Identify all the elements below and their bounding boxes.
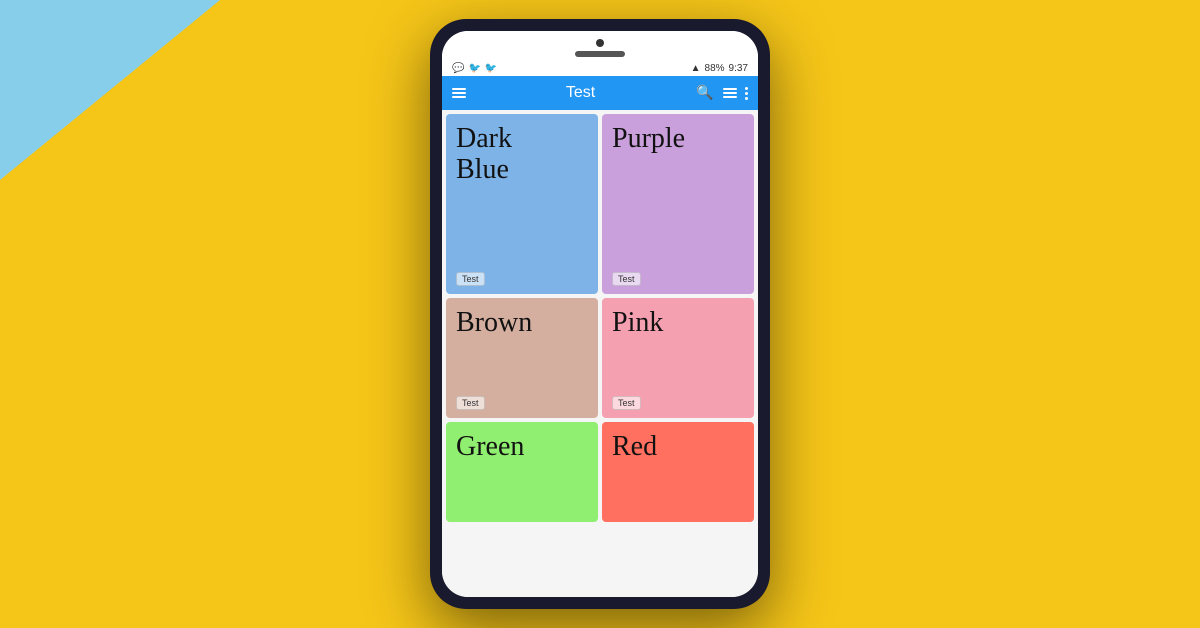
card-pink[interactable]: Pink Test	[602, 298, 754, 418]
twitter-icon-2: 🐦	[485, 63, 497, 74]
phone-top-bezel	[442, 31, 758, 61]
app-title: Test	[476, 84, 685, 102]
card-brown[interactable]: Brown Test	[446, 298, 598, 418]
more-icon[interactable]	[745, 87, 748, 100]
card-brown-title: Brown	[456, 308, 588, 339]
app-bar-icons: 🔍	[695, 85, 748, 102]
wifi-icon: ▲	[691, 63, 701, 74]
time-text: 9:37	[729, 63, 748, 74]
menu-icon[interactable]	[452, 88, 466, 98]
status-right: ▲ 88% 9:37	[691, 63, 748, 74]
card-dark-blue-badge: Test	[456, 272, 485, 286]
card-red-title: Red	[612, 432, 744, 463]
card-purple-badge: Test	[612, 272, 641, 286]
camera	[596, 39, 604, 47]
speaker	[575, 51, 625, 57]
card-purple-title: Purple	[612, 124, 744, 155]
phone-shell: 💬 🐦 🐦 ▲ 88% 9:37 Test 🔍	[430, 19, 770, 609]
status-bar: 💬 🐦 🐦 ▲ 88% 9:37	[442, 61, 758, 76]
card-red[interactable]: Red	[602, 422, 754, 522]
message-icon: 💬	[452, 63, 464, 74]
view-icon[interactable]	[723, 88, 737, 98]
card-dark-blue-title: DarkBlue	[456, 124, 588, 186]
search-icon[interactable]: 🔍	[695, 85, 715, 102]
card-green[interactable]: Green	[446, 422, 598, 522]
card-pink-title: Pink	[612, 308, 744, 339]
app-bar: Test 🔍	[442, 76, 758, 110]
card-pink-badge: Test	[612, 396, 641, 410]
card-purple[interactable]: Purple Test	[602, 114, 754, 294]
status-left: 💬 🐦 🐦	[452, 63, 497, 74]
twitter-icon-1: 🐦	[468, 63, 480, 74]
card-green-title: Green	[456, 432, 588, 463]
card-dark-blue[interactable]: DarkBlue Test	[446, 114, 598, 294]
battery-text: 88%	[705, 63, 725, 74]
phone-screen: 💬 🐦 🐦 ▲ 88% 9:37 Test 🔍	[442, 31, 758, 597]
content-grid: DarkBlue Test Purple Test Brown Test Pin…	[442, 110, 758, 597]
card-brown-badge: Test	[456, 396, 485, 410]
